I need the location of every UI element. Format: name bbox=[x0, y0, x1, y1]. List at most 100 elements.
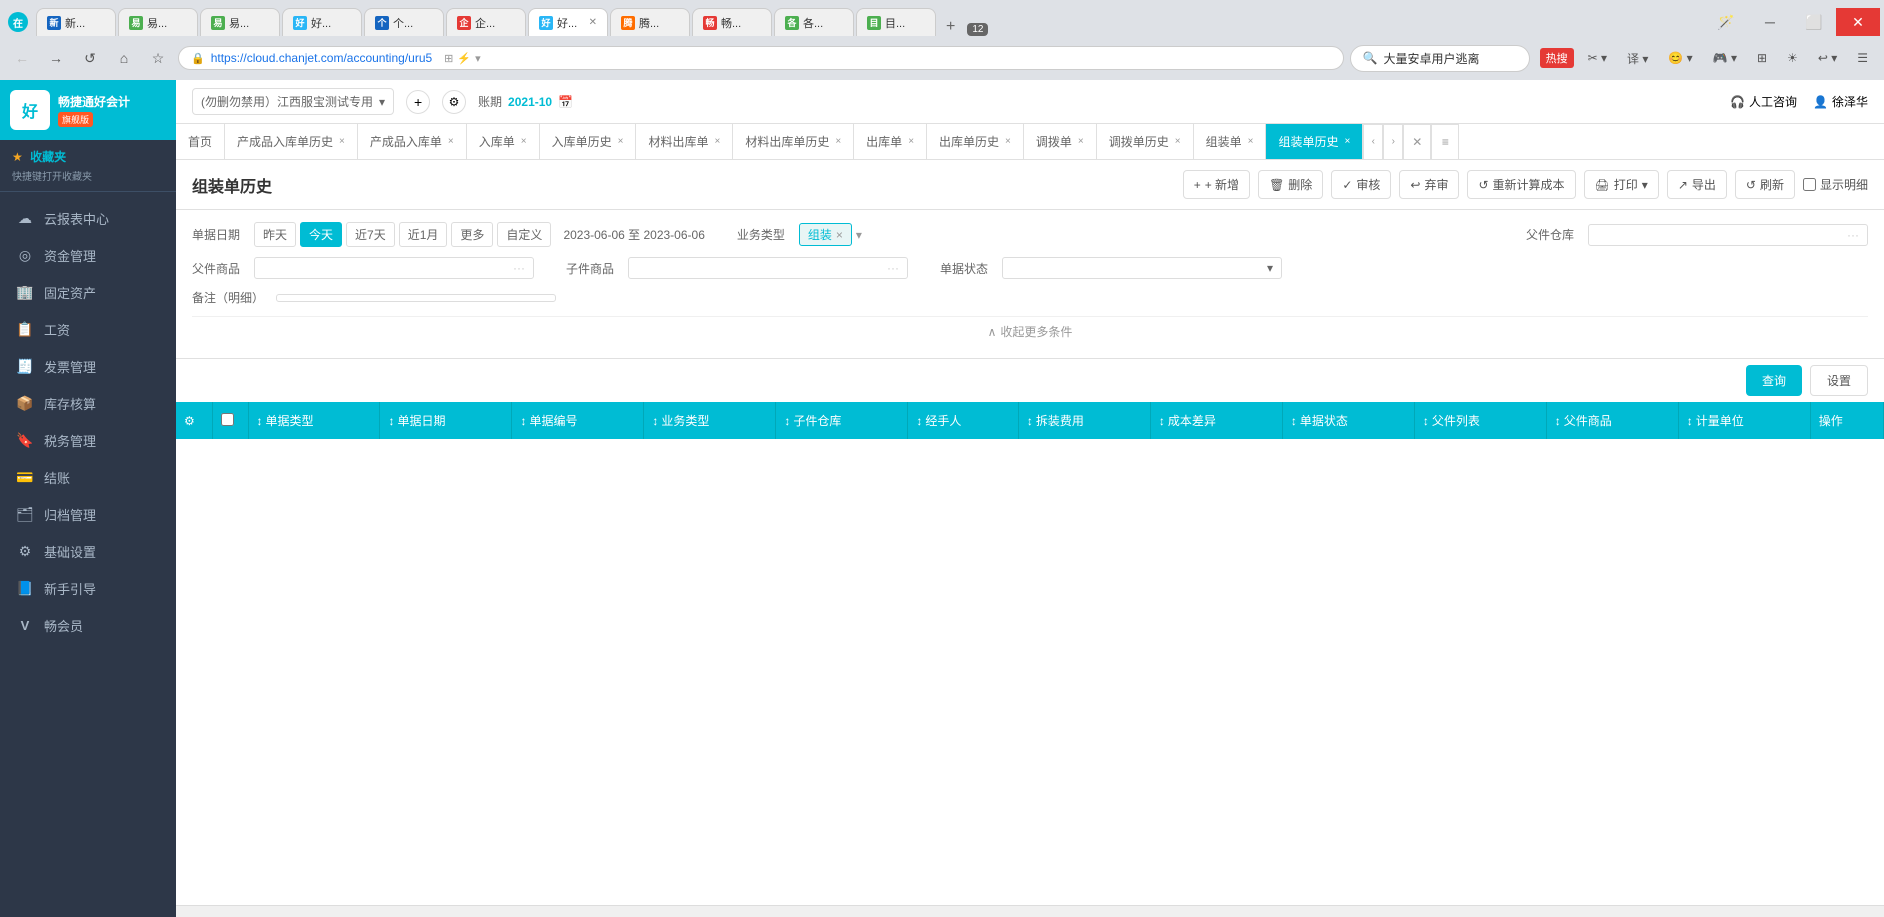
tab-close-material-out-history[interactable]: × bbox=[835, 136, 841, 147]
th-parent-list[interactable]: ↕父件列表 bbox=[1414, 402, 1546, 439]
tab-close-stock-in-history[interactable]: × bbox=[618, 136, 624, 147]
filter-settings-button[interactable]: 设置 bbox=[1810, 365, 1868, 396]
date-btn-today[interactable]: 今天 bbox=[300, 222, 342, 247]
parent-warehouse-input[interactable]: ··· bbox=[1588, 224, 1868, 246]
tab-close-production-in[interactable]: × bbox=[448, 136, 454, 147]
browser-tab-5[interactable]: 个个... bbox=[364, 8, 444, 36]
delete-button[interactable]: 🗑 删除 bbox=[1258, 170, 1323, 199]
url-bar[interactable]: 🔒 https://cloud.chanjet.com/accounting/u… bbox=[178, 46, 1344, 70]
content-tab-transfer[interactable]: 调拨单× bbox=[1024, 124, 1097, 160]
sidebar-item-invoice[interactable]: 🧾 发票管理 bbox=[0, 348, 176, 385]
show-detail-checkbox[interactable]: 显示明细 bbox=[1803, 176, 1868, 193]
tabs-close-all[interactable]: ✕ bbox=[1403, 124, 1431, 160]
remark-input[interactable] bbox=[276, 294, 556, 302]
biz-type-tag-remove[interactable]: × bbox=[836, 228, 843, 242]
browser-search-bar[interactable]: 🔍 大量安卓用户逃离 bbox=[1350, 45, 1530, 72]
tabs-menu[interactable]: ≡ bbox=[1431, 124, 1459, 160]
back-button[interactable]: ← bbox=[8, 44, 36, 72]
content-tab-production-in-history[interactable]: 产成品入库单历史× bbox=[225, 124, 358, 160]
tab-close-assembly[interactable]: × bbox=[1248, 136, 1254, 147]
sidebar-item-settings[interactable]: ⚙ 基础设置 bbox=[0, 533, 176, 570]
sidebar-item-tax[interactable]: 🔖 税务管理 bbox=[0, 422, 176, 459]
tab-close-transfer-history[interactable]: × bbox=[1175, 136, 1181, 147]
refresh-button-page[interactable]: ↺ 刷新 bbox=[1735, 170, 1795, 199]
query-button[interactable]: 查询 bbox=[1746, 365, 1802, 396]
content-tab-assembly-history[interactable]: 组装单历史× bbox=[1266, 124, 1363, 160]
sidebar-item-settlement[interactable]: 💳 结账 bbox=[0, 459, 176, 496]
th-number[interactable]: ↕单据编号 bbox=[512, 402, 644, 439]
sidebar-item-member[interactable]: V 畅会员 bbox=[0, 607, 176, 644]
browser-tab-10[interactable]: 各各... bbox=[774, 8, 854, 36]
tab-close-material-out[interactable]: × bbox=[714, 136, 720, 147]
content-tab-stock-out-history[interactable]: 出库单历史× bbox=[927, 124, 1024, 160]
sidebar-item-cloud-report[interactable]: ☁ 云报表中心 bbox=[0, 200, 176, 237]
sidebar-item-guide[interactable]: 📘 新手引导 bbox=[0, 570, 176, 607]
browser-tab-9[interactable]: 畅畅... bbox=[692, 8, 772, 36]
biz-type-dropdown[interactable]: ▾ bbox=[856, 228, 862, 242]
select-all-checkbox[interactable] bbox=[221, 413, 234, 426]
sidebar-item-archive[interactable]: 🗂 归档管理 bbox=[0, 496, 176, 533]
undo-button[interactable]: ↩ ▾ bbox=[1810, 49, 1845, 67]
sidebar-item-payroll[interactable]: 📋 工资 bbox=[0, 311, 176, 348]
browser-tab-11[interactable]: 目目... bbox=[856, 8, 936, 36]
game-button[interactable]: 🎮 ▾ bbox=[1705, 49, 1745, 67]
browser-tab-4[interactable]: 好好... bbox=[282, 8, 362, 36]
add-button[interactable]: + + 新增 bbox=[1183, 170, 1250, 199]
child-goods-more-icon[interactable]: ··· bbox=[887, 261, 899, 275]
collapse-bar[interactable]: ∧ 收起更多条件 bbox=[192, 316, 1868, 346]
parent-warehouse-more-icon[interactable]: ··· bbox=[1847, 228, 1859, 242]
bottom-scrollbar[interactable] bbox=[176, 905, 1884, 917]
tab-close-assembly-history[interactable]: × bbox=[1344, 136, 1350, 147]
date-btn-1month[interactable]: 近1月 bbox=[399, 222, 448, 247]
grid-button[interactable]: ⊞ bbox=[1749, 49, 1775, 67]
content-tab-stock-in[interactable]: 入库单× bbox=[467, 124, 540, 160]
content-tab-transfer-history[interactable]: 调拨单历史× bbox=[1097, 124, 1194, 160]
abandon-button[interactable]: ↩ 弃审 bbox=[1399, 170, 1459, 199]
th-settings[interactable]: ⚙ bbox=[176, 402, 212, 439]
sun-button[interactable]: ☀ bbox=[1779, 49, 1806, 67]
browser-tab-2[interactable]: 易易... bbox=[118, 8, 198, 36]
date-btn-more[interactable]: 更多 bbox=[451, 222, 493, 247]
tabs-right-arrow[interactable]: › bbox=[1383, 124, 1403, 160]
th-cost-diff[interactable]: ↕成本差异 bbox=[1150, 402, 1282, 439]
browser-tab-6[interactable]: 企企... bbox=[446, 8, 526, 36]
company-selector[interactable]: (勿删勿禁用）江西服宝测试专用 ▾ bbox=[192, 88, 394, 115]
parent-goods-input[interactable]: ··· bbox=[254, 257, 534, 279]
th-unit[interactable]: ↕计量单位 bbox=[1678, 402, 1810, 439]
home-button[interactable]: ⌂ bbox=[110, 44, 138, 72]
export-button[interactable]: ↗ 导出 bbox=[1667, 170, 1727, 199]
content-tab-material-out-history[interactable]: 材料出库单历史× bbox=[733, 124, 854, 160]
show-detail-input[interactable] bbox=[1803, 178, 1816, 191]
date-btn-7days[interactable]: 近7天 bbox=[346, 222, 395, 247]
tabs-left-arrow[interactable]: ‹ bbox=[1363, 124, 1383, 160]
th-disassemble-fee[interactable]: ↕拆装费用 bbox=[1018, 402, 1150, 439]
parent-goods-more-icon[interactable]: ··· bbox=[513, 261, 525, 275]
sidebar-item-fixed-assets[interactable]: 🏢 固定资产 bbox=[0, 274, 176, 311]
tab-close-transfer[interactable]: × bbox=[1078, 136, 1084, 147]
user-info[interactable]: 👤 徐泽华 bbox=[1813, 93, 1868, 110]
status-dropdown[interactable]: ▾ bbox=[1002, 257, 1282, 279]
bookmark-button[interactable]: ☆ bbox=[144, 44, 172, 72]
content-tab-home[interactable]: 首页 bbox=[176, 124, 225, 160]
browser-tab-3[interactable]: 易易... bbox=[200, 8, 280, 36]
browser-tab-active[interactable]: 好好...✕ bbox=[528, 8, 608, 36]
content-tab-production-in[interactable]: 产成品入库单× bbox=[358, 124, 467, 160]
recalculate-button[interactable]: ↺ 重新计算成本 bbox=[1467, 170, 1575, 199]
emoji-button[interactable]: 😊 ▾ bbox=[1660, 49, 1700, 67]
print-button[interactable]: 🖨 打印 ▾ bbox=[1584, 170, 1659, 199]
th-biztype[interactable]: ↕业务类型 bbox=[644, 402, 776, 439]
date-btn-yesterday[interactable]: 昨天 bbox=[254, 222, 296, 247]
add-company-button[interactable]: + bbox=[406, 90, 430, 114]
tab-close-stock-in[interactable]: × bbox=[521, 136, 527, 147]
child-goods-input[interactable]: ··· bbox=[628, 257, 908, 279]
date-btn-custom[interactable]: 自定义 bbox=[497, 222, 551, 247]
audit-button[interactable]: ✓ 审核 bbox=[1331, 170, 1391, 199]
content-tab-assembly[interactable]: 组装单× bbox=[1194, 124, 1267, 160]
sidebar-item-inventory[interactable]: 📦 库存核算 bbox=[0, 385, 176, 422]
th-date[interactable]: ↕单据日期 bbox=[380, 402, 512, 439]
th-handler[interactable]: ↕经手人 bbox=[908, 402, 1019, 439]
new-tab-button[interactable]: + bbox=[938, 18, 963, 36]
content-tab-stock-in-history[interactable]: 入库单历史× bbox=[540, 124, 637, 160]
translate-button[interactable]: 译 ▾ bbox=[1619, 48, 1656, 69]
content-tab-material-out[interactable]: 材料出库单× bbox=[636, 124, 733, 160]
